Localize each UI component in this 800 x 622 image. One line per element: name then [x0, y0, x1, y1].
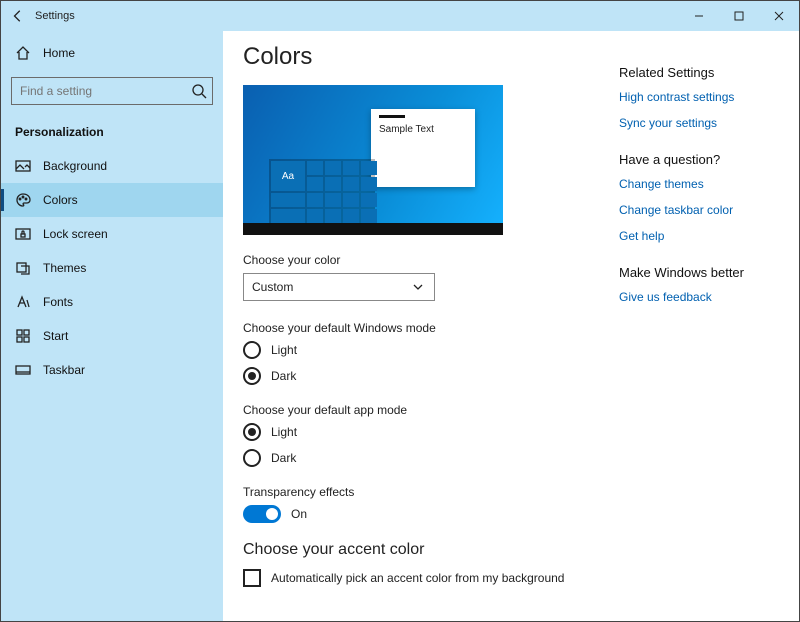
start-icon	[15, 328, 31, 344]
sidebar-item-lockscreen[interactable]: Lock screen	[1, 217, 223, 251]
fonts-icon	[15, 294, 31, 310]
sidebar-item-label: Taskbar	[43, 363, 85, 377]
preview-taskbar	[243, 223, 503, 235]
right-column: Related Settings High contrast settings …	[619, 31, 799, 621]
sidebar: Home Personalization Background Colors L…	[1, 31, 223, 621]
choose-color-dropdown[interactable]: Custom	[243, 273, 435, 301]
window-title: Settings	[35, 10, 75, 22]
radio-label: Light	[271, 343, 297, 357]
image-icon	[15, 158, 31, 174]
link-high-contrast[interactable]: High contrast settings	[619, 90, 787, 104]
sidebar-item-label: Lock screen	[43, 227, 108, 241]
settings-window: Settings Home P	[0, 0, 800, 622]
close-button[interactable]	[759, 1, 799, 31]
search-input[interactable]	[11, 77, 213, 105]
radio-label: Light	[271, 425, 297, 439]
link-give-feedback[interactable]: Give us feedback	[619, 290, 787, 304]
checkbox-icon	[243, 569, 261, 587]
windows-mode-light[interactable]: Light	[243, 341, 599, 359]
radio-icon	[243, 367, 261, 385]
feedback-heading: Make Windows better	[619, 265, 787, 280]
themes-icon	[15, 260, 31, 276]
transparency-label: Transparency effects	[243, 485, 599, 499]
auto-accent-checkbox-row[interactable]: Automatically pick an accent color from …	[243, 569, 599, 587]
home-nav[interactable]: Home	[1, 37, 223, 69]
sidebar-item-label: Start	[43, 329, 68, 343]
app-mode-label: Choose your default app mode	[243, 403, 599, 417]
radio-icon	[243, 423, 261, 441]
home-label: Home	[43, 46, 75, 60]
radio-icon	[243, 449, 261, 467]
lock-icon	[15, 226, 31, 242]
choose-color-label: Choose your color	[243, 253, 599, 267]
link-change-themes[interactable]: Change themes	[619, 177, 787, 191]
sidebar-item-fonts[interactable]: Fonts	[1, 285, 223, 319]
chevron-down-icon	[410, 279, 426, 295]
color-preview: Sample Text Aa	[243, 85, 503, 235]
auto-accent-label: Automatically pick an accent color from …	[271, 571, 564, 585]
accent-heading: Choose your accent color	[243, 541, 599, 559]
sidebar-item-taskbar[interactable]: Taskbar	[1, 353, 223, 387]
page-title: Colors	[243, 43, 599, 71]
related-heading: Related Settings	[619, 65, 787, 80]
transparency-value: On	[291, 507, 307, 521]
link-change-taskbar-color[interactable]: Change taskbar color	[619, 203, 787, 217]
preview-window: Sample Text	[371, 109, 475, 187]
taskbar-icon	[15, 362, 31, 378]
preview-start-tiles: Aa	[269, 159, 375, 223]
search-icon	[191, 83, 207, 99]
choose-color-value: Custom	[252, 280, 293, 294]
sidebar-item-label: Themes	[43, 261, 86, 275]
question-heading: Have a question?	[619, 152, 787, 167]
sidebar-item-label: Background	[43, 159, 107, 173]
sidebar-item-label: Colors	[43, 193, 78, 207]
transparency-toggle[interactable]	[243, 505, 281, 523]
titlebar: Settings	[1, 1, 799, 31]
main: Colors Sample Text Aa	[223, 31, 799, 621]
back-button[interactable]	[11, 9, 25, 23]
sidebar-item-colors[interactable]: Colors	[1, 183, 223, 217]
home-icon	[15, 45, 31, 61]
content: Colors Sample Text Aa	[223, 31, 619, 621]
link-get-help[interactable]: Get help	[619, 229, 787, 243]
palette-icon	[15, 192, 31, 208]
minimize-button[interactable]	[679, 1, 719, 31]
sidebar-item-background[interactable]: Background	[1, 149, 223, 183]
search-wrap	[11, 77, 213, 105]
windows-mode-label: Choose your default Windows mode	[243, 321, 599, 335]
sidebar-item-themes[interactable]: Themes	[1, 251, 223, 285]
radio-icon	[243, 341, 261, 359]
radio-label: Dark	[271, 369, 296, 383]
app-mode-dark[interactable]: Dark	[243, 449, 599, 467]
section-label: Personalization	[1, 119, 223, 149]
maximize-button[interactable]	[719, 1, 759, 31]
sidebar-item-label: Fonts	[43, 295, 73, 309]
preview-sample-text: Sample Text	[371, 124, 475, 135]
radio-label: Dark	[271, 451, 296, 465]
sidebar-item-start[interactable]: Start	[1, 319, 223, 353]
link-sync-settings[interactable]: Sync your settings	[619, 116, 787, 130]
app-mode-light[interactable]: Light	[243, 423, 599, 441]
windows-mode-dark[interactable]: Dark	[243, 367, 599, 385]
